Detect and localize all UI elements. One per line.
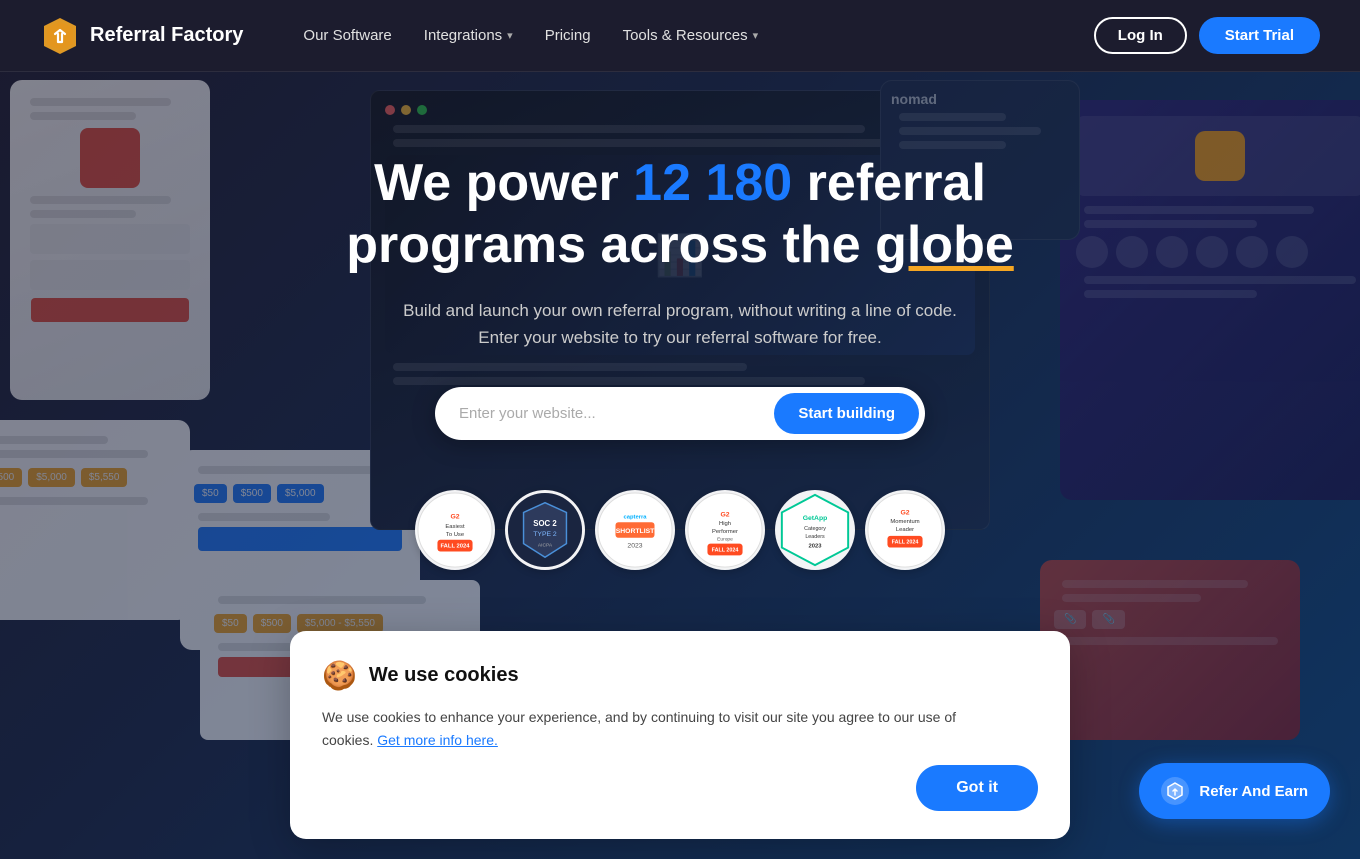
svg-text:AICPA: AICPA — [538, 543, 553, 549]
hero-title: We power 12 180 referral programs across… — [330, 152, 1030, 277]
badge-g2-momentum: G2 Momentum Leader FALL 2024 — [865, 490, 945, 570]
login-button[interactable]: Log In — [1094, 17, 1187, 54]
svg-text:G2: G2 — [900, 510, 909, 517]
cookie-body: We use cookies to enhance your experienc… — [322, 706, 962, 751]
svg-text:SOC 2: SOC 2 — [533, 519, 557, 528]
chevron-down-icon: ▾ — [753, 29, 759, 42]
svg-text:FALL 2024: FALL 2024 — [440, 544, 470, 550]
nav-link-integrations[interactable]: Integrations ▾ — [424, 27, 513, 44]
cookie-banner: 🍪 We use cookies We use cookies to enhan… — [290, 631, 1070, 839]
cookie-more-info-link[interactable]: Get more info here. — [377, 732, 498, 748]
chevron-down-icon: ▾ — [507, 29, 513, 42]
nav-link-tools-resources[interactable]: Tools & Resources ▾ — [623, 27, 759, 44]
hero-subtitle: Build and launch your own referral progr… — [400, 297, 960, 351]
svg-text:SHORTLIST: SHORTLIST — [616, 528, 655, 535]
logo-text: Referral Factory — [90, 24, 243, 47]
svg-text:Momentum: Momentum — [890, 519, 919, 525]
nav-actions: Log In Start Trial — [1094, 17, 1320, 54]
badge-g2-easiest: G2 Easiest To Use FALL 2024 — [415, 490, 495, 570]
cookie-icon: 🍪 — [322, 659, 357, 692]
svg-text:Category: Category — [804, 526, 826, 532]
badge-soc2: SOC 2 TYPE 2 AICPA — [505, 490, 585, 570]
awards-badges-row: G2 Easiest To Use FALL 2024 SOC 2 TYPE 2… — [415, 490, 945, 570]
logo[interactable]: Referral Factory — [40, 16, 243, 56]
navigation: Referral Factory Our Software Integratio… — [0, 0, 1360, 72]
cookie-title: We use cookies — [369, 664, 519, 687]
badge-getapp: GetApp Category Leaders 2023 — [775, 490, 855, 570]
refer-earn-label: Refer And Earn — [1199, 783, 1308, 800]
badge-capterra: capterra SHORTLIST 2023 — [595, 490, 675, 570]
svg-text:Leader: Leader — [896, 527, 914, 533]
svg-text:GetApp: GetApp — [803, 515, 828, 522]
hero-content: We power 12 180 referral programs across… — [0, 72, 1360, 570]
svg-text:TYPE 2: TYPE 2 — [533, 531, 557, 538]
start-trial-button[interactable]: Start Trial — [1199, 17, 1320, 54]
nav-links: Our Software Integrations ▾ Pricing Tool… — [303, 27, 1093, 44]
svg-text:capterra: capterra — [623, 514, 647, 520]
svg-text:Leaders: Leaders — [805, 534, 825, 540]
badge-g2-high-performer: G2 High Performer Europe FALL 2024 — [685, 490, 765, 570]
svg-text:To Use: To Use — [446, 532, 464, 538]
nav-link-pricing[interactable]: Pricing — [545, 27, 591, 44]
logo-icon — [40, 16, 80, 56]
nav-link-our-software[interactable]: Our Software — [303, 27, 391, 44]
bg-card-bottom-right: 📎 📎 — [1040, 560, 1300, 740]
svg-text:FALL 2024: FALL 2024 — [712, 548, 739, 554]
refer-and-earn-button[interactable]: Refer And Earn — [1139, 763, 1330, 819]
website-input[interactable] — [459, 405, 774, 422]
svg-text:Europe: Europe — [717, 537, 733, 543]
start-building-button[interactable]: Start building — [774, 393, 919, 434]
cookie-accept-button[interactable]: Got it — [916, 765, 1038, 811]
svg-text:Performer: Performer — [712, 529, 738, 535]
svg-text:2023: 2023 — [808, 544, 822, 550]
refer-icon — [1161, 777, 1189, 805]
svg-text:Easiest: Easiest — [445, 524, 465, 530]
svg-text:High: High — [719, 521, 731, 527]
svg-text:FALL 2024: FALL 2024 — [892, 540, 919, 546]
cookie-header: 🍪 We use cookies — [322, 659, 1038, 692]
svg-text:2023: 2023 — [627, 543, 642, 550]
svg-text:G2: G2 — [450, 513, 459, 520]
svg-text:G2: G2 — [720, 512, 729, 519]
website-search-bar: Start building — [435, 387, 925, 440]
cookie-actions: Got it — [322, 765, 1038, 811]
